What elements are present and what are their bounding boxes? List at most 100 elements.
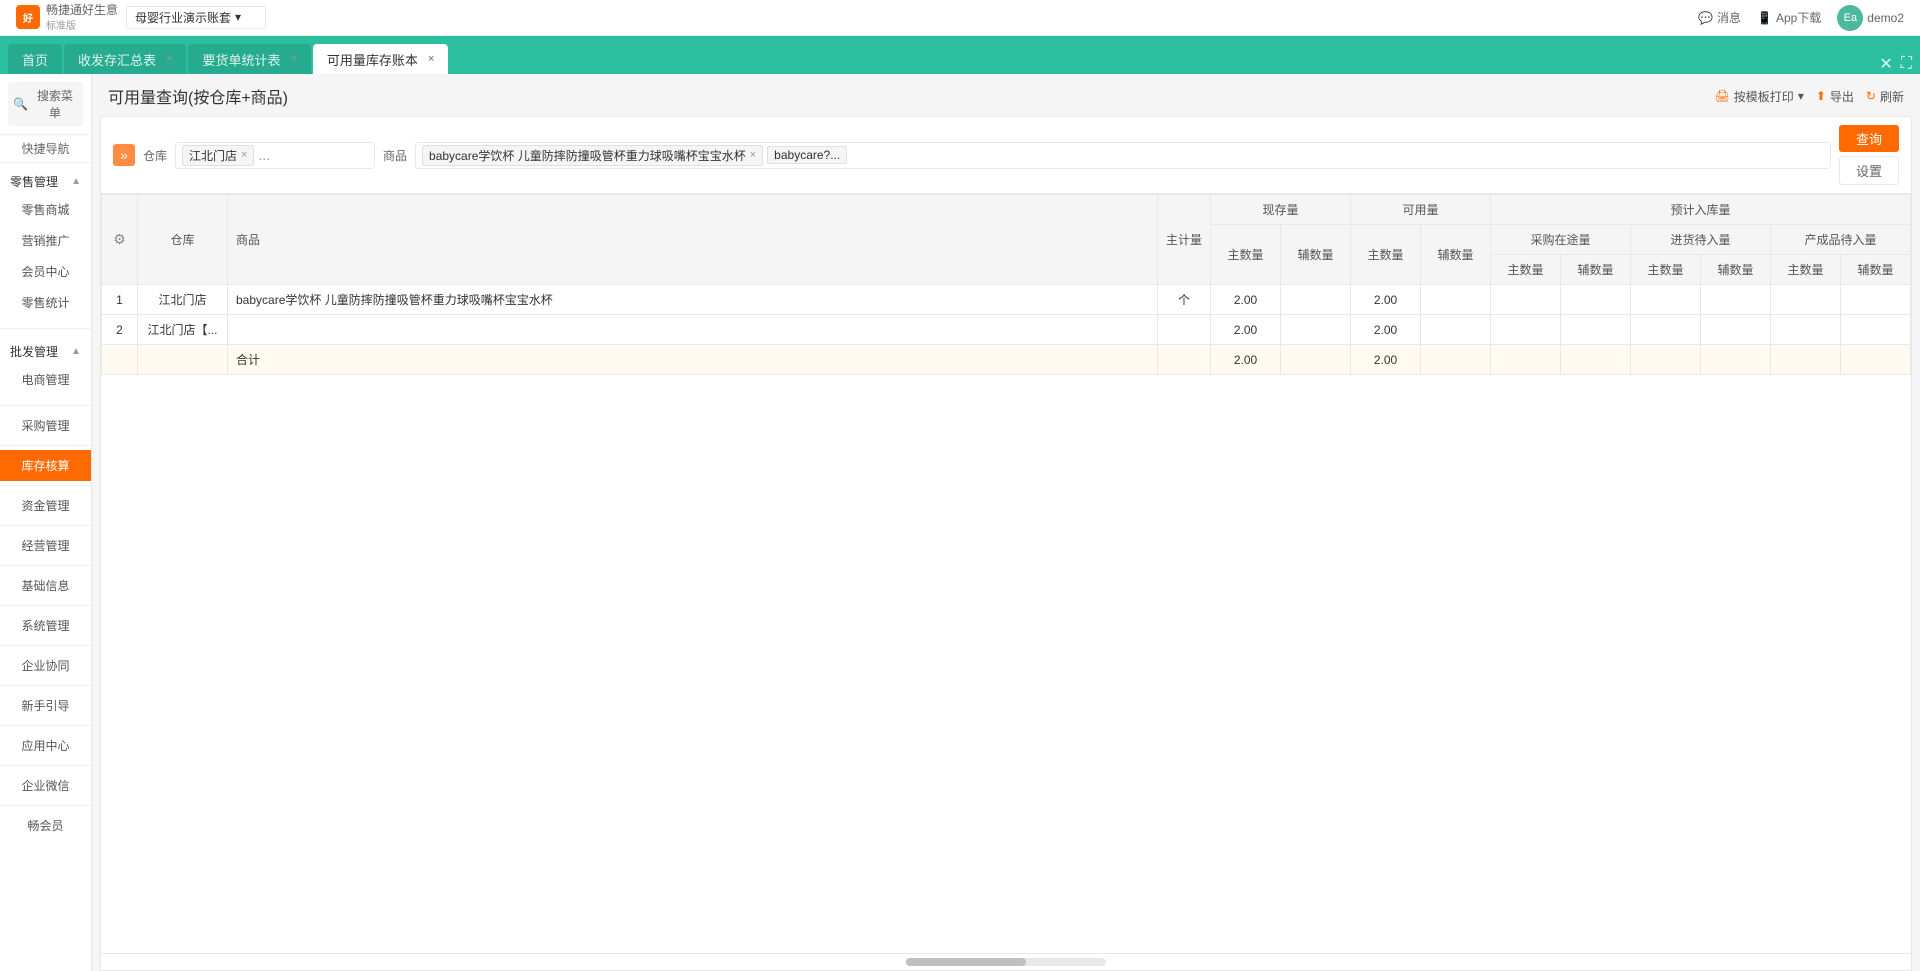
tab-receive[interactable]: 收发存汇总表 × bbox=[64, 44, 186, 74]
th-arrival-pending-group: 进货待入量 bbox=[1631, 225, 1771, 255]
th-purchase-transit-group: 采购在途量 bbox=[1491, 225, 1631, 255]
expand-window-button[interactable]: ⛶ bbox=[1901, 55, 1912, 73]
td-total-unit bbox=[1157, 345, 1210, 375]
export-icon: ⬆ bbox=[1816, 89, 1826, 103]
sidebar-item-wechat[interactable]: 企业微信 bbox=[0, 770, 91, 801]
print-button[interactable]: 🖨 按模板打印 ▾ bbox=[1715, 88, 1804, 105]
search-icon: 🔍 bbox=[13, 97, 28, 111]
warehouse-filter-label: 仓库 bbox=[143, 147, 167, 164]
warehouse-tag-remove[interactable]: × bbox=[241, 149, 247, 161]
warehouse-tag-text: 江北门店 bbox=[189, 147, 237, 164]
user-profile[interactable]: Ea demo2 bbox=[1837, 5, 1904, 31]
inventory-table: ⚙ 仓库 商品 主计量 现存量 bbox=[101, 194, 1911, 375]
app-download-label: App下载 bbox=[1776, 9, 1821, 26]
print-label: 按模板打印 bbox=[1734, 88, 1794, 105]
product-tag-2-text: babycare?... bbox=[774, 148, 840, 162]
sidebar-divider-2 bbox=[0, 405, 91, 406]
product-tag-1-remove[interactable]: × bbox=[750, 149, 756, 161]
sidebar-wholesale-header[interactable]: 批发管理 ▲ bbox=[0, 339, 91, 364]
product-filter-input[interactable]: babycare学饮杯 儿童防摔防撞吸管杯重力球吸嘴杯宝宝水杯 × babyca… bbox=[415, 142, 1831, 169]
industry-selector[interactable]: 母婴行业演示账套 ▾ bbox=[126, 6, 266, 29]
th-arrival-main: 主数量 bbox=[1631, 255, 1701, 285]
td-current-aux-2 bbox=[1281, 315, 1351, 345]
sidebar-item-newbie[interactable]: 新手引导 bbox=[0, 690, 91, 721]
sidebar-item-inventory[interactable]: 库存核算 bbox=[0, 450, 91, 481]
sidebar-divider-8 bbox=[0, 645, 91, 646]
page-title: 可用量查询(按仓库+商品) bbox=[108, 84, 288, 108]
search-menu-button[interactable]: 🔍 搜索菜单 bbox=[8, 82, 83, 126]
th-warehouse: 仓库 bbox=[138, 195, 228, 285]
th-current-stock-group: 现存量 bbox=[1211, 195, 1351, 225]
td-total-available-main: 2.00 bbox=[1351, 345, 1421, 375]
message-button[interactable]: 💬 消息 bbox=[1698, 9, 1741, 26]
app-download-button[interactable]: 📱 App下载 bbox=[1757, 9, 1821, 26]
tab-receive-label: 收发存汇总表 bbox=[78, 50, 156, 69]
tab-home[interactable]: 首页 bbox=[8, 44, 62, 74]
sidebar-item-retail-stats[interactable]: 零售统计 bbox=[0, 287, 91, 318]
close-window-button[interactable]: ✕ bbox=[1879, 54, 1892, 74]
query-button[interactable]: 查询 bbox=[1839, 125, 1899, 152]
horizontal-scrollbar-thumb[interactable] bbox=[906, 958, 1026, 966]
page-header: 可用量查询(按仓库+商品) 🖨 按模板打印 ▾ ⬆ 导出 ↻ 刷新 bbox=[92, 74, 1920, 116]
th-available-main: 主数量 bbox=[1351, 225, 1421, 285]
expand-filter-button[interactable]: » bbox=[113, 144, 135, 166]
settings-button[interactable]: 设置 bbox=[1839, 156, 1899, 185]
td-available-main-2: 2.00 bbox=[1351, 315, 1421, 345]
warehouse-filter-input[interactable]: 江北门店 × ... bbox=[175, 142, 375, 169]
td-product-2 bbox=[228, 315, 1158, 345]
tab-receive-close[interactable]: × bbox=[166, 53, 172, 65]
tab-home-label: 首页 bbox=[22, 50, 48, 69]
sidebar-wholesale-label: 批发管理 bbox=[10, 343, 58, 360]
th-production-pending-group: 产成品待入量 bbox=[1771, 225, 1911, 255]
filter-bar: » 仓库 江北门店 × ... 商品 babycare学饮杯 儿童防摔防撞吸管杯… bbox=[100, 116, 1912, 194]
sidebar-item-purchase[interactable]: 采购管理 bbox=[0, 410, 91, 441]
main-layout: 🔍 搜索菜单 快捷导航 零售管理 ▲ 零售商城 营销推广 会员中心 零售统计 批… bbox=[0, 74, 1920, 971]
td-arrival-aux-1 bbox=[1701, 285, 1771, 315]
refresh-button[interactable]: ↻ 刷新 bbox=[1866, 88, 1904, 105]
tab-available-stock[interactable]: 可用量库存账本 × bbox=[313, 44, 448, 74]
product-tag-2: babycare?... bbox=[767, 146, 847, 164]
sidebar-search-section: 🔍 搜索菜单 bbox=[0, 74, 91, 135]
td-purchase-aux-1 bbox=[1561, 285, 1631, 315]
td-available-aux-1 bbox=[1421, 285, 1491, 315]
industry-name: 母婴行业演示账套 bbox=[135, 9, 231, 26]
td-warehouse-1: 江北门店 bbox=[138, 285, 228, 315]
tab-available-stock-close[interactable]: × bbox=[428, 53, 434, 65]
sidebar-item-chang-member[interactable]: 畅会员 bbox=[0, 810, 91, 841]
horizontal-scrollbar-track[interactable] bbox=[906, 958, 1106, 966]
td-production-aux-2 bbox=[1841, 315, 1911, 345]
sidebar-item-operation[interactable]: 经营管理 bbox=[0, 530, 91, 561]
sidebar-item-ecommerce[interactable]: 电商管理 bbox=[0, 364, 91, 395]
nav-right-actions: ✕ ⛶ bbox=[1879, 54, 1912, 74]
sidebar-item-enterprise[interactable]: 企业协同 bbox=[0, 650, 91, 681]
sidebar-item-system[interactable]: 系统管理 bbox=[0, 610, 91, 641]
sidebar-retail-header[interactable]: 零售管理 ▲ bbox=[0, 169, 91, 194]
sidebar-item-finance[interactable]: 资金管理 bbox=[0, 490, 91, 521]
td-warehouse-2: 江北门店【... bbox=[138, 315, 228, 345]
sidebar-item-retail-mall[interactable]: 零售商城 bbox=[0, 194, 91, 225]
th-production-aux: 辅数量 bbox=[1841, 255, 1911, 285]
sidebar-item-members[interactable]: 会员中心 bbox=[0, 256, 91, 287]
th-purchase-main: 主数量 bbox=[1491, 255, 1561, 285]
logo-text-block: 畅捷通好生意 标准版 bbox=[46, 3, 118, 32]
sidebar-divider-5 bbox=[0, 525, 91, 526]
sidebar-item-basic-info[interactable]: 基础信息 bbox=[0, 570, 91, 601]
td-total-purchase-main bbox=[1491, 345, 1561, 375]
sidebar-item-quick-nav[interactable]: 快捷导航 bbox=[0, 135, 91, 163]
avatar: Ea bbox=[1837, 5, 1863, 31]
warehouse-more-dots[interactable]: ... bbox=[258, 147, 270, 163]
export-button[interactable]: ⬆ 导出 bbox=[1816, 88, 1854, 105]
td-seq-2: 2 bbox=[102, 315, 138, 345]
th-available-group: 可用量 bbox=[1351, 195, 1491, 225]
td-current-main-2: 2.00 bbox=[1211, 315, 1281, 345]
tab-order-stats[interactable]: 要货单统计表 × bbox=[188, 44, 310, 74]
column-settings-icon[interactable]: ⚙ bbox=[113, 231, 126, 247]
sidebar-section-wholesale: 批发管理 ▲ 电商管理 bbox=[0, 333, 91, 401]
sidebar-section-retail: 零售管理 ▲ 零售商城 营销推广 会员中心 零售统计 bbox=[0, 163, 91, 324]
sidebar-item-marketing[interactable]: 营销推广 bbox=[0, 225, 91, 256]
tab-order-stats-close[interactable]: × bbox=[290, 53, 296, 65]
content-area: 可用量查询(按仓库+商品) 🖨 按模板打印 ▾ ⬆ 导出 ↻ 刷新 bbox=[92, 74, 1920, 971]
sidebar-item-app-center[interactable]: 应用中心 bbox=[0, 730, 91, 761]
td-available-main-1: 2.00 bbox=[1351, 285, 1421, 315]
filter-actions: 查询 设置 bbox=[1839, 125, 1899, 185]
